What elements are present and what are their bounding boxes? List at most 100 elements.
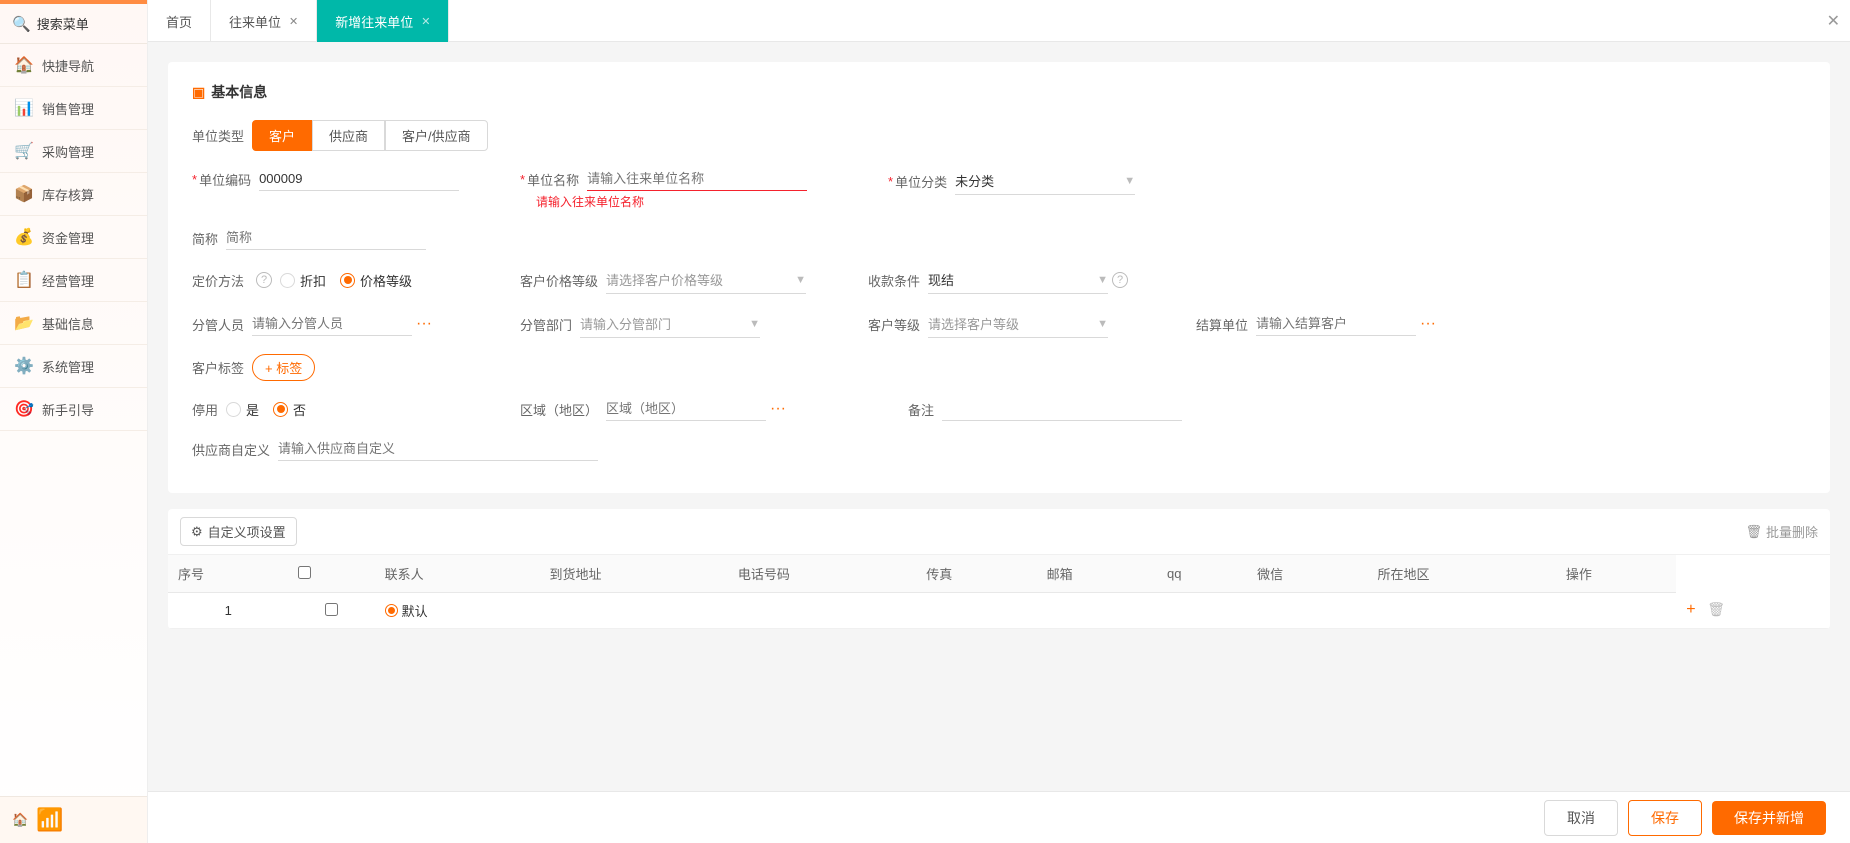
sidebar-label-operations: 经营管理: [42, 271, 94, 290]
row-wechat: [1367, 593, 1555, 629]
unit-type-label: 单位类型: [192, 126, 244, 145]
header-checkbox[interactable]: [298, 566, 311, 579]
col-header-10: 操作: [1556, 555, 1676, 593]
sidebar-label-quick-nav: 快捷导航: [42, 56, 94, 75]
sidebar-icon-basics: 📂: [14, 313, 34, 333]
row-add-button[interactable]: +: [1686, 601, 1695, 618]
col-header-6: 邮箱: [1037, 555, 1157, 593]
area-input[interactable]: [606, 397, 766, 421]
tab-home[interactable]: 首页: [148, 0, 211, 42]
window-close-button[interactable]: ✕: [1827, 11, 1840, 31]
settlement-input[interactable]: [1256, 312, 1416, 336]
sidebar-label-system: 系统管理: [42, 357, 94, 376]
row-select-checkbox[interactable]: [325, 603, 338, 616]
tab-label-new-contact: 新增往来单位: [335, 12, 413, 31]
batch-delete-button[interactable]: 🗑 批量删除: [1745, 522, 1818, 541]
save-button[interactable]: 保存: [1628, 800, 1702, 836]
name-group: * 单位名称 请输入往来单位名称: [520, 167, 840, 210]
bottom-action-bar: 取消 保存 保存并新增: [148, 791, 1850, 843]
unit-type-btn-both[interactable]: 客户/供应商: [385, 120, 488, 151]
sidebar-item-operations[interactable]: 📋 经营管理: [0, 259, 147, 302]
tab-contacts[interactable]: 往来单位✕: [211, 0, 317, 42]
batch-delete-icon: 🗑: [1745, 524, 1762, 540]
payment-terms-help-icon[interactable]: ?: [1112, 272, 1128, 288]
dept-label: 分管部门: [520, 315, 572, 334]
unit-type-btn-supplier[interactable]: 供应商: [312, 120, 385, 151]
supplier-custom-row: 供应商自定义: [192, 437, 1806, 461]
tab-new-contact[interactable]: 新增往来单位 ✕: [317, 0, 449, 42]
sidebar-label-purchase: 采购管理: [42, 142, 94, 161]
remarks-input[interactable]: [942, 397, 1182, 421]
batch-delete-label: 批量删除: [1766, 522, 1818, 541]
name-input[interactable]: [587, 167, 807, 191]
customer-price-level-select[interactable]: 请选择客户价格等级 ▼: [606, 266, 806, 294]
sidebar-icon-operations: 📋: [14, 270, 34, 290]
sidebar-item-inventory[interactable]: 📦 库存核算: [0, 173, 147, 216]
settlement-more-icon[interactable]: ···: [1420, 315, 1436, 333]
code-input[interactable]: [259, 167, 459, 191]
tab-close-contacts[interactable]: ✕: [289, 15, 298, 28]
pricing-discount-option[interactable]: 折扣: [280, 271, 326, 290]
row-phone: [916, 593, 1036, 629]
sidebar-search[interactable]: 🔍 搜索菜单: [0, 4, 147, 44]
unit-type-group: 单位类型 客户供应商客户/供应商: [192, 120, 488, 151]
manager-input[interactable]: [252, 312, 412, 336]
tag-label: 客户标签: [192, 358, 244, 377]
settings-icon: ⚙: [191, 524, 203, 540]
sidebar-item-newbie[interactable]: 🎯 新手引导: [0, 388, 147, 431]
col-header-5: 传真: [916, 555, 1036, 593]
col-header-0: 序号: [168, 555, 288, 593]
row-contact: [540, 593, 728, 629]
sidebar-item-sales[interactable]: 📊 销售管理: [0, 87, 147, 130]
row-default[interactable]: 默认: [375, 593, 540, 629]
supplier-custom-input[interactable]: [278, 437, 598, 461]
row-delete-button[interactable]: 🗑: [1707, 601, 1725, 617]
pricing-help-icon[interactable]: ?: [256, 272, 272, 288]
dept-select[interactable]: 请输入分管部门 ▼: [580, 310, 760, 338]
manager-more-icon[interactable]: ···: [416, 315, 432, 333]
pricing-price-level-radio: [340, 273, 355, 288]
area-group: 区域（地区） ···: [520, 397, 840, 421]
area-more-icon[interactable]: ···: [770, 400, 786, 418]
customer-price-level-arrow-icon: ▼: [795, 274, 806, 286]
short-name-input[interactable]: [226, 226, 426, 250]
pricing-discount-radio: [280, 273, 295, 288]
sidebar-nav: 🏠 快捷导航 📊 销售管理 🛒 采购管理 📦 库存核算 💰 资金管理 📋 经营管…: [0, 44, 147, 431]
row-actions: + 🗑: [1676, 593, 1830, 629]
settlement-group: 结算单位 ···: [1196, 312, 1436, 336]
category-select[interactable]: 未分类 ▼: [955, 167, 1135, 195]
row-fax: [1037, 593, 1157, 629]
unit-type-btn-customer[interactable]: 客户: [252, 120, 312, 151]
disabled-yes-option[interactable]: 是: [226, 400, 259, 419]
sidebar-item-basics[interactable]: 📂 基础信息: [0, 302, 147, 345]
customer-level-select[interactable]: 请选择客户等级 ▼: [928, 310, 1108, 338]
sidebar-item-finance[interactable]: 💰 资金管理: [0, 216, 147, 259]
row-checkbox[interactable]: [288, 593, 374, 629]
sidebar-icon-inventory: 📦: [14, 184, 34, 204]
sidebar-item-system[interactable]: ⚙️ 系统管理: [0, 345, 147, 388]
save-and-new-button[interactable]: 保存并新增: [1712, 801, 1826, 835]
pricing-label: 定价方法: [192, 271, 244, 290]
section-title-text: 基本信息: [211, 82, 267, 102]
pricing-price-level-option[interactable]: 价格等级: [340, 271, 412, 290]
add-tag-button[interactable]: + 标签: [252, 354, 315, 381]
tag-btn-label: + 标签: [265, 358, 302, 377]
disabled-label: 停用: [192, 400, 218, 419]
col-header-9: 所在地区: [1367, 555, 1555, 593]
sidebar-icon-sales: 📊: [14, 98, 34, 118]
disabled-no-option[interactable]: 否: [273, 400, 306, 419]
code-required: *: [192, 172, 197, 187]
sidebar-item-quick-nav[interactable]: 🏠 快捷导航: [0, 44, 147, 87]
payment-terms-select[interactable]: 现结 ▼: [928, 266, 1108, 294]
code-name-category-row: * 单位编码 * 单位名称 请输入往来单位名称 * 单位分类: [192, 167, 1806, 210]
tag-group: 客户标签 + 标签: [192, 354, 315, 381]
search-icon: 🔍: [12, 15, 31, 33]
customer-level-arrow-icon: ▼: [1097, 318, 1108, 330]
pricing-discount-label: 折扣: [300, 271, 326, 290]
settings-button[interactable]: ⚙ 自定义项设置: [180, 517, 297, 546]
tab-close-new-contact[interactable]: ✕: [421, 15, 430, 28]
name-label: 单位名称: [527, 170, 579, 189]
sidebar-footer: 🏠 📶: [0, 796, 147, 843]
cancel-button[interactable]: 取消: [1544, 800, 1618, 836]
sidebar-item-purchase[interactable]: 🛒 采购管理: [0, 130, 147, 173]
